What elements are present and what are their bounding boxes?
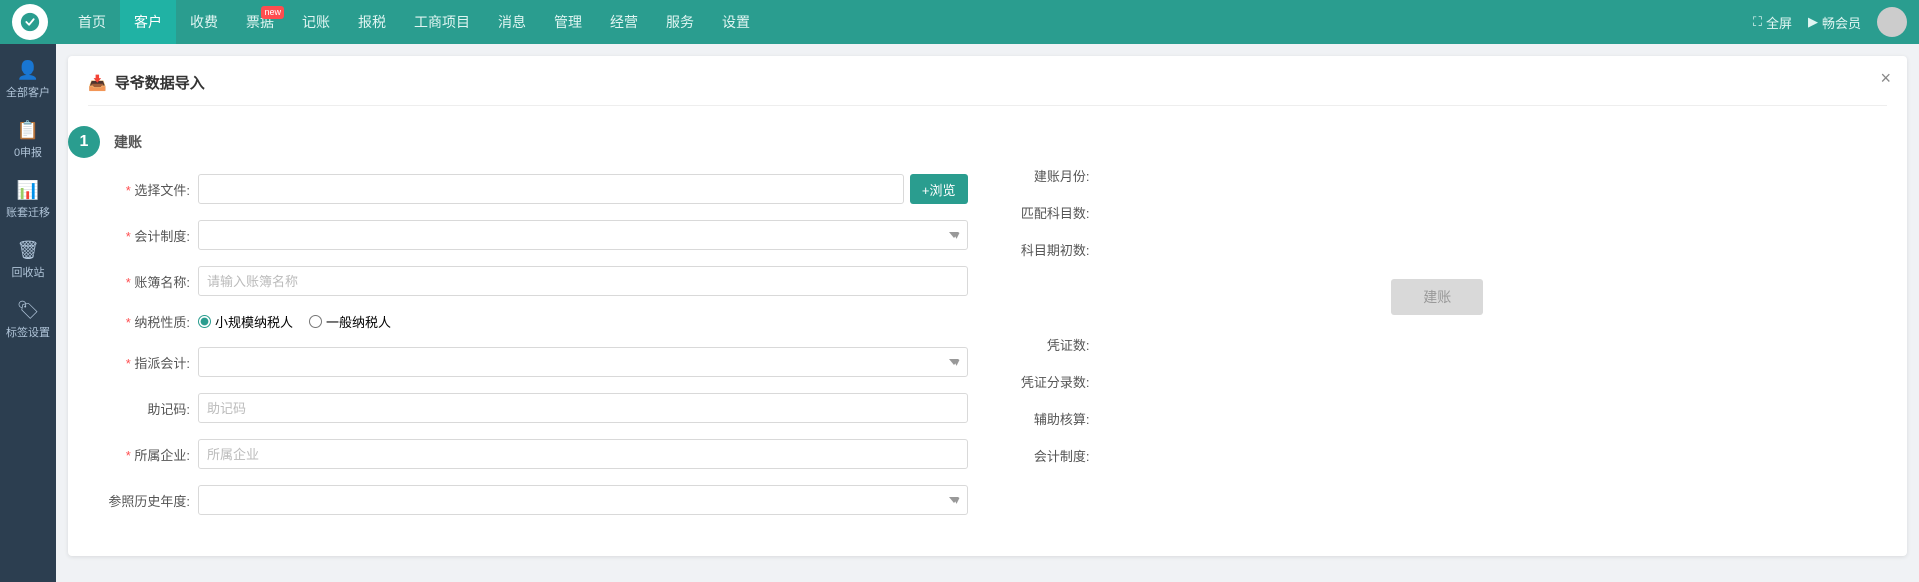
- form-left: 1 建账 选择文件: +浏览 会计制度:: [108, 126, 968, 531]
- form-body: 1 建账 选择文件: +浏览 会计制度:: [88, 126, 1887, 531]
- radio-small-label: 小规模纳税人: [215, 312, 293, 331]
- recycle-bin-icon: 🗑: [17, 240, 40, 261]
- info-row-aux-accounting: 辅助核算:: [1008, 409, 1868, 428]
- accountant-label: 指派会计:: [108, 353, 198, 372]
- sidebar-item-tag-settings[interactable]: 🏷 标签设置: [0, 292, 56, 348]
- info-row-accounting-system-right: 会计制度:: [1008, 446, 1868, 465]
- panel-title: 导爷数据导入: [115, 72, 205, 93]
- panel-title-icon: 📥: [88, 74, 107, 92]
- nav-item-fee[interactable]: 收费: [176, 0, 232, 44]
- sidebar-item-account-migration[interactable]: 📊 账套迁移: [0, 172, 56, 228]
- form-row-select-file: 选择文件: +浏览: [108, 174, 968, 204]
- accounting-system-select-wrapper: [198, 220, 968, 250]
- accountant-select[interactable]: [198, 347, 968, 377]
- accounting-system-label: 会计制度:: [108, 226, 198, 245]
- browse-button[interactable]: +浏览: [910, 174, 968, 204]
- match-subject-label: 匹配科目数:: [1008, 203, 1098, 222]
- info-row-build-month: 建账月份:: [1008, 166, 1868, 185]
- form-row-accounting-system: 会计制度:: [108, 220, 968, 250]
- nav-right: ⛶ 全屏 ▶ 畅会员: [1753, 7, 1907, 37]
- memo-code-label: 助记码:: [108, 399, 198, 418]
- select-file-input[interactable]: [198, 174, 904, 204]
- build-month-label: 建账月份:: [1008, 166, 1098, 185]
- build-account-button[interactable]: 建账: [1391, 279, 1483, 315]
- tax-type-radio-group: 小规模纳税人 一般纳税人: [198, 312, 391, 331]
- form-row-memo-code: 助记码:: [108, 393, 968, 423]
- nav-item-home[interactable]: 首页: [64, 0, 120, 44]
- account-migration-icon: 📊: [17, 180, 39, 201]
- tax-type-general-radio[interactable]: 一般纳税人: [309, 312, 391, 331]
- nav-item-operation[interactable]: 经营: [596, 0, 652, 44]
- nav-item-bookkeeping[interactable]: 记账: [288, 0, 344, 44]
- nav-item-manage[interactable]: 管理: [540, 0, 596, 44]
- app-logo[interactable]: [12, 4, 48, 40]
- step-label: 建账: [114, 132, 142, 152]
- voucher-entry-label: 凭证分录数:: [1008, 372, 1098, 391]
- history-year-select[interactable]: [198, 485, 968, 515]
- section-header: 1 建账: [68, 126, 968, 158]
- nav-item-settings[interactable]: 设置: [708, 0, 764, 44]
- sidebar-item-recycle-bin[interactable]: 🗑 回收站: [0, 232, 56, 288]
- avatar[interactable]: [1877, 7, 1907, 37]
- ledger-name-label: 账簿名称:: [108, 272, 198, 291]
- form-right: 建账月份: 匹配科目数: 科目期初数: 建账: [1008, 126, 1868, 531]
- vip-button[interactable]: ▶ 畅会员: [1808, 13, 1861, 32]
- form-row-tax-type: 纳税性质: 小规模纳税人 一般纳税人: [108, 312, 968, 331]
- panel-header: 📥 导爷数据导入: [88, 72, 1887, 106]
- select-file-label: 选择文件:: [108, 180, 198, 199]
- aux-accounting-label: 辅助核算:: [1008, 409, 1098, 428]
- voucher-label: 凭证数:: [1008, 335, 1098, 354]
- nav-item-business[interactable]: 工商项目: [400, 0, 484, 44]
- fullscreen-button[interactable]: ⛶ 全屏: [1753, 13, 1792, 32]
- info-row-voucher-entry: 凭证分录数:: [1008, 372, 1868, 391]
- file-input-group: +浏览: [198, 174, 968, 204]
- nav-item-service[interactable]: 服务: [652, 0, 708, 44]
- top-navigation: 首页 客户 收费 票据 new 记账 报税 工商项目 消息 管理 经营 服务 设…: [0, 0, 1919, 44]
- vip-icon: ▶: [1808, 14, 1818, 30]
- form-row-history-year: 参照历史年度:: [108, 485, 968, 515]
- company-input[interactable]: [198, 439, 968, 469]
- info-row-subject-init: 科目期初数:: [1008, 240, 1868, 259]
- sidebar-item-zero-declare[interactable]: 📋 0申报: [0, 112, 56, 168]
- radio-general-label: 一般纳税人: [326, 312, 391, 331]
- info-row-voucher: 凭证数:: [1008, 335, 1868, 354]
- history-year-select-wrapper: [198, 485, 968, 515]
- accounting-system-right-label: 会计制度:: [1008, 446, 1098, 465]
- history-year-label: 参照历史年度:: [108, 491, 198, 510]
- info-row-match-subject: 匹配科目数:: [1008, 203, 1868, 222]
- tag-settings-icon: 🏷: [17, 300, 40, 321]
- nav-item-message[interactable]: 消息: [484, 0, 540, 44]
- ledger-name-input[interactable]: [198, 266, 968, 296]
- all-customers-icon: 👤: [17, 60, 39, 81]
- step-badge: 1: [68, 126, 100, 158]
- new-badge: new: [261, 6, 284, 19]
- form-row-company: 所属企业:: [108, 439, 968, 469]
- tax-type-label: 纳税性质:: [108, 312, 198, 331]
- memo-code-input[interactable]: [198, 393, 968, 423]
- nav-item-invoice[interactable]: 票据 new: [232, 0, 288, 44]
- subject-init-label: 科目期初数:: [1008, 240, 1098, 259]
- company-label: 所属企业:: [108, 445, 198, 464]
- tax-type-small-radio[interactable]: 小规模纳税人: [198, 312, 293, 331]
- form-row-accountant: 指派会计:: [108, 347, 968, 377]
- fullscreen-icon: ⛶: [1753, 14, 1762, 30]
- main-layout: 👤 全部客户 📋 0申报 📊 账套迁移 🗑 回收站 🏷 标签设置 📥 导爷数据导…: [0, 44, 1919, 582]
- nav-items: 首页 客户 收费 票据 new 记账 报税 工商项目 消息 管理 经营 服务 设…: [64, 0, 1753, 44]
- accounting-system-select[interactable]: [198, 220, 968, 250]
- zero-declare-icon: 📋: [17, 120, 39, 141]
- radio-general-input[interactable]: [309, 315, 322, 328]
- close-button[interactable]: ×: [1880, 68, 1891, 89]
- nav-item-tax[interactable]: 报税: [344, 0, 400, 44]
- nav-item-customer[interactable]: 客户: [120, 0, 176, 44]
- sidebar: 👤 全部客户 📋 0申报 📊 账套迁移 🗑 回收站 🏷 标签设置: [0, 44, 56, 582]
- form-row-ledger-name: 账簿名称:: [108, 266, 968, 296]
- sidebar-item-all-customers[interactable]: 👤 全部客户: [0, 52, 56, 108]
- import-panel: 📥 导爷数据导入 × 1 建账 选择文件: +浏览: [68, 56, 1907, 556]
- content-area: 📥 导爷数据导入 × 1 建账 选择文件: +浏览: [56, 44, 1919, 582]
- accountant-select-wrapper: [198, 347, 968, 377]
- radio-small-input[interactable]: [198, 315, 211, 328]
